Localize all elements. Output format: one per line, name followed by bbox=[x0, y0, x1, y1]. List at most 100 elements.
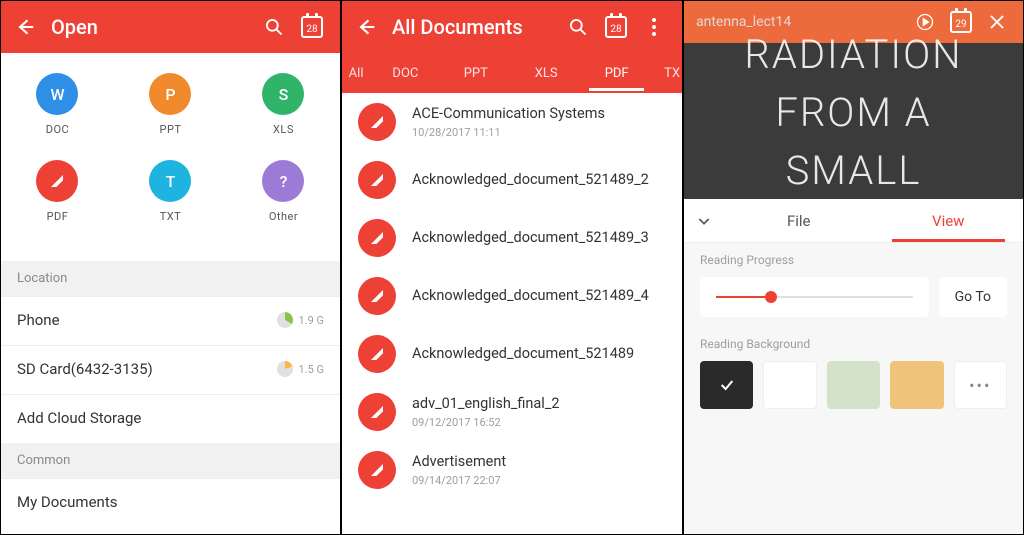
back-icon[interactable] bbox=[15, 17, 39, 37]
pdf-icon bbox=[358, 451, 396, 489]
document-viewport[interactable]: RADIATION FROM A SMALL bbox=[684, 43, 1023, 199]
doc-title: Advertisement bbox=[412, 453, 666, 471]
my-documents[interactable]: My Documents bbox=[1, 478, 340, 527]
calendar-badge: 29 bbox=[950, 11, 972, 33]
filter-tabs: All DOC PPT XLS PDF TX bbox=[342, 53, 682, 93]
type-doc[interactable]: W DOC bbox=[1, 73, 114, 136]
search-icon[interactable] bbox=[564, 17, 592, 37]
type-label: Other bbox=[269, 210, 298, 223]
type-label: PDF bbox=[47, 210, 69, 223]
all-docs-header: All Documents 28 bbox=[342, 1, 682, 53]
open-screen: Open 28 W DOC P PPT S XLS PDF T TXT bbox=[0, 0, 341, 535]
tab-pdf[interactable]: PDF bbox=[581, 56, 651, 91]
reading-background-section: Reading Background ••• bbox=[684, 327, 1023, 419]
list-item[interactable]: Acknowledged_document_521489 bbox=[342, 325, 682, 383]
tab-ppt[interactable]: PPT bbox=[441, 56, 511, 91]
doc-line: SMALL bbox=[696, 151, 1011, 191]
doc-meta: 10/28/2017 11:11 bbox=[412, 126, 666, 139]
pdf-icon bbox=[358, 219, 396, 257]
file-type-grid: W DOC P PPT S XLS PDF T TXT ? Other bbox=[1, 53, 340, 261]
list-item[interactable]: Acknowledged_document_521489_3 bbox=[342, 209, 682, 267]
list-item[interactable]: Acknowledged_document_521489_2 bbox=[342, 151, 682, 209]
doc-title: Acknowledged_document_521489_2 bbox=[412, 171, 666, 189]
reader-screen: antenna_lect14 29 RADIATION FROM A SMALL… bbox=[683, 0, 1024, 535]
reading-progress-section: Reading Progress Go To bbox=[684, 243, 1023, 327]
doc-title: Acknowledged_document_521489_3 bbox=[412, 229, 666, 247]
back-icon[interactable] bbox=[356, 17, 380, 37]
pdf-icon bbox=[358, 277, 396, 315]
txt-icon: T bbox=[149, 160, 191, 202]
type-pdf[interactable]: PDF bbox=[1, 160, 114, 223]
doc-title: Acknowledged_document_521489_4 bbox=[412, 287, 666, 305]
reading-progress-label: Reading Progress bbox=[700, 253, 1007, 267]
type-ppt[interactable]: P PPT bbox=[114, 73, 227, 136]
doc-icon: W bbox=[36, 73, 78, 115]
calendar-icon[interactable]: 29 bbox=[947, 11, 975, 33]
list-item[interactable]: Acknowledged_document_521489_4 bbox=[342, 267, 682, 325]
search-icon[interactable] bbox=[260, 17, 288, 37]
location-label: Phone bbox=[17, 311, 277, 329]
add-cloud-storage[interactable]: Add Cloud Storage bbox=[1, 394, 340, 443]
close-icon[interactable] bbox=[983, 13, 1011, 31]
more-icon[interactable] bbox=[640, 18, 668, 36]
section-location: Location bbox=[1, 261, 340, 296]
list-item[interactable]: Advertisement 09/14/2017 22:07 bbox=[342, 441, 682, 499]
chevron-down-icon[interactable] bbox=[684, 213, 724, 229]
pdf-icon bbox=[358, 161, 396, 199]
slider-fill bbox=[716, 296, 771, 298]
bg-swatch-tan[interactable] bbox=[890, 361, 943, 409]
bg-swatch-white[interactable] bbox=[763, 361, 816, 409]
section-common: Common bbox=[1, 443, 340, 478]
type-txt[interactable]: T TXT bbox=[114, 160, 227, 223]
documents-list[interactable]: ACE-Communication Systems 10/28/2017 11:… bbox=[342, 93, 682, 534]
bg-swatch-more[interactable]: ••• bbox=[954, 361, 1007, 409]
pdf-icon bbox=[358, 103, 396, 141]
tab-xls[interactable]: XLS bbox=[511, 56, 581, 91]
play-icon[interactable] bbox=[911, 12, 939, 32]
list-item[interactable]: ACE-Communication Systems 10/28/2017 11:… bbox=[342, 93, 682, 151]
slider-thumb[interactable] bbox=[765, 291, 777, 303]
tab-file[interactable]: File bbox=[724, 201, 874, 241]
storage-size: 1.5 G bbox=[299, 363, 325, 376]
calendar-badge: 28 bbox=[605, 16, 627, 38]
type-xls[interactable]: S XLS bbox=[227, 73, 340, 136]
doc-meta: 09/12/2017 16:52 bbox=[412, 416, 666, 429]
other-icon: ? bbox=[262, 160, 304, 202]
go-to-button[interactable]: Go To bbox=[939, 277, 1007, 317]
calendar-icon[interactable]: 28 bbox=[602, 16, 630, 38]
pdf-icon bbox=[358, 393, 396, 431]
doc-title: Acknowledged_document_521489 bbox=[412, 345, 666, 363]
progress-slider[interactable] bbox=[700, 277, 929, 317]
location-sdcard[interactable]: SD Card(6432-3135) 1.5 G bbox=[1, 345, 340, 394]
bg-swatch-dark[interactable] bbox=[700, 361, 753, 409]
pdf-icon bbox=[358, 335, 396, 373]
open-title: Open bbox=[39, 15, 260, 39]
reading-background-label: Reading Background bbox=[700, 337, 1007, 351]
bg-swatch-green[interactable] bbox=[827, 361, 880, 409]
add-cloud-label: Add Cloud Storage bbox=[17, 409, 324, 427]
ppt-icon: P bbox=[149, 73, 191, 115]
list-item[interactable]: adv_01_english_final_2 09/12/2017 16:52 bbox=[342, 383, 682, 441]
pdf-icon bbox=[36, 160, 78, 202]
tab-txt[interactable]: TX bbox=[652, 56, 682, 91]
panel-tabs: File View bbox=[684, 199, 1023, 243]
calendar-icon[interactable]: 28 bbox=[298, 16, 326, 38]
tab-all[interactable]: All bbox=[342, 56, 370, 91]
all-docs-title: All Documents bbox=[380, 15, 564, 39]
type-label: TXT bbox=[160, 210, 182, 223]
storage-pie-icon bbox=[277, 312, 293, 328]
doc-title: adv_01_english_final_2 bbox=[412, 395, 666, 413]
tab-view[interactable]: View bbox=[874, 201, 1024, 241]
tab-doc[interactable]: DOC bbox=[370, 56, 440, 91]
type-label: PPT bbox=[160, 123, 182, 136]
xls-icon: S bbox=[262, 73, 304, 115]
open-header: Open 28 bbox=[1, 1, 340, 53]
my-documents-label: My Documents bbox=[17, 493, 324, 511]
type-other[interactable]: ? Other bbox=[227, 160, 340, 223]
location-label: SD Card(6432-3135) bbox=[17, 360, 277, 378]
location-phone[interactable]: Phone 1.9 G bbox=[1, 296, 340, 345]
storage-pie-icon bbox=[277, 361, 293, 377]
doc-line: RADIATION bbox=[696, 35, 1011, 75]
all-documents-screen: All Documents 28 All DOC PPT XLS PDF TX … bbox=[341, 0, 683, 535]
doc-filename: antenna_lect14 bbox=[696, 14, 911, 30]
